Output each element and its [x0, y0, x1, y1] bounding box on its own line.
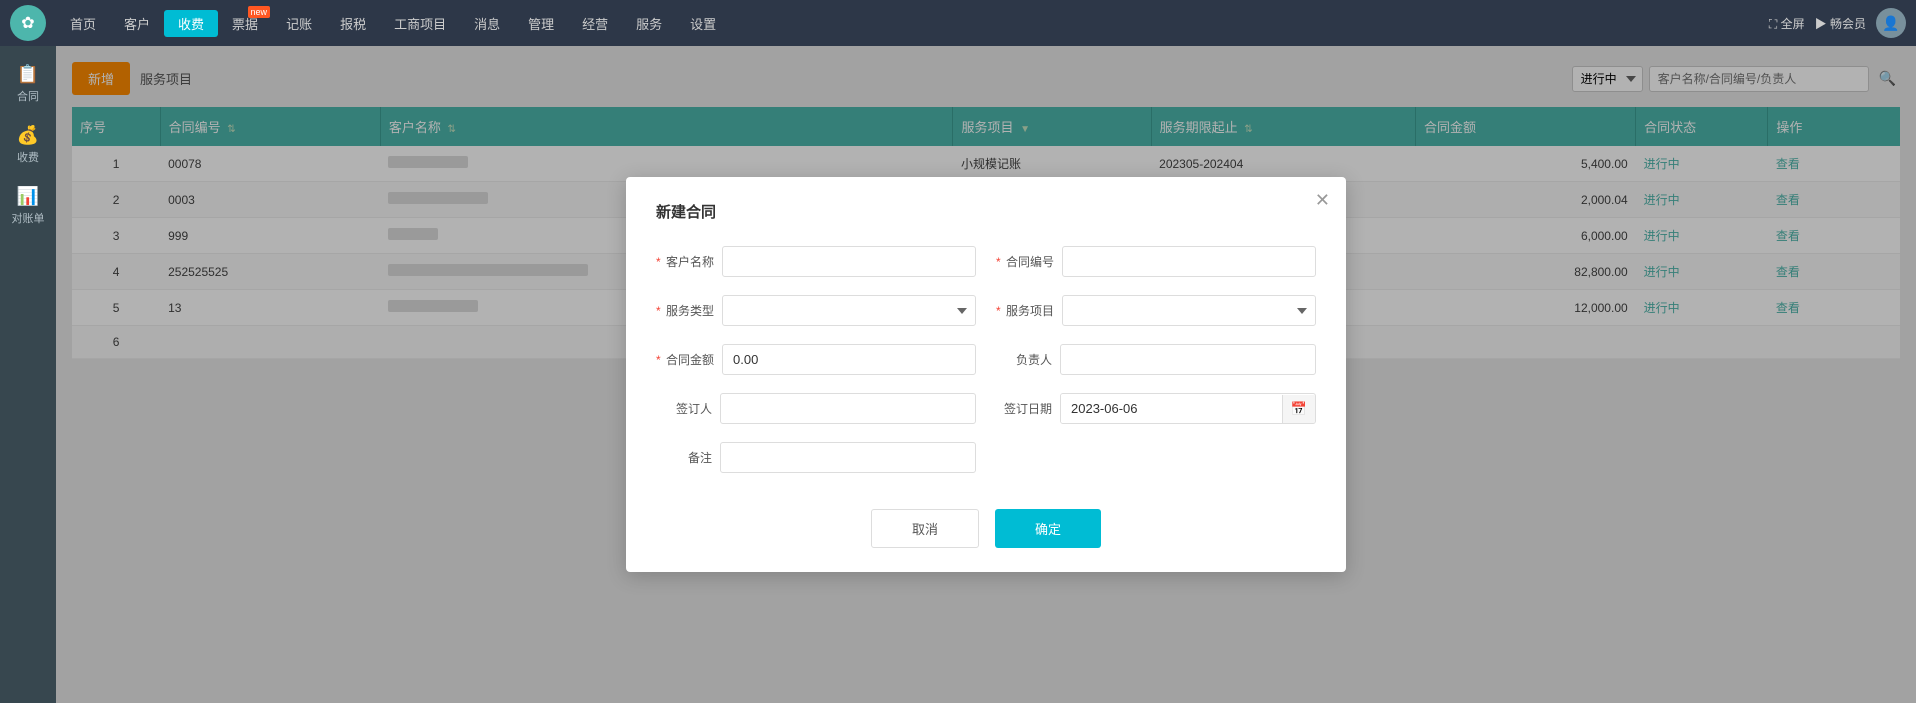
amount-label: * 合同金额: [656, 351, 714, 368]
note-label: 备注: [656, 449, 712, 466]
signer-label: 签订人: [656, 400, 712, 417]
modal-overlay: ✕ 新建合同 * 客户名称 * 合同编号: [56, 46, 1916, 703]
nav-right-area: ⛶ 全屏 ▶ 畅会员 👤: [1769, 8, 1906, 38]
top-navigation: ✿ 首页 客户 收费 票据 new 记账 报税 工商项目 消息 管理 经营 服务…: [0, 0, 1916, 46]
new-contract-modal: ✕ 新建合同 * 客户名称 * 合同编号: [626, 177, 1346, 572]
service-type-select[interactable]: [722, 295, 976, 326]
nav-settings[interactable]: 设置: [676, 10, 730, 37]
sign-date-label: 签订日期: [996, 400, 1052, 417]
statement-icon: 📊: [17, 186, 39, 207]
modal-title: 新建合同: [656, 201, 1316, 222]
nav-service[interactable]: 服务: [622, 10, 676, 37]
nav-manage[interactable]: 管理: [514, 10, 568, 37]
contract-no-input[interactable]: [1062, 246, 1316, 277]
confirm-button[interactable]: 确定: [995, 509, 1101, 548]
form-row-2: * 服务类型 * 服务项目: [656, 295, 1316, 326]
charge-icon: 💰: [17, 125, 39, 146]
form-row-4: 签订人 签订日期 📅: [656, 393, 1316, 424]
logo-icon: ✿: [10, 5, 46, 41]
nav-message[interactable]: 消息: [460, 10, 514, 37]
form-group-sign-date: 签订日期 📅: [996, 393, 1316, 424]
form-group-service-item: * 服务项目: [996, 295, 1316, 326]
member-button[interactable]: ▶ 畅会员: [1815, 15, 1866, 32]
form-group-customer: * 客户名称: [656, 246, 976, 277]
service-type-label: * 服务类型: [656, 302, 714, 319]
responsible-input[interactable]: [1060, 344, 1316, 375]
nav-menu: 首页 客户 收费 票据 new 记账 报税 工商项目 消息 管理 经营 服务 设…: [56, 10, 1769, 37]
nav-bookkeeping[interactable]: 记账: [272, 10, 326, 37]
form-row-3: * 合同金额 负责人: [656, 344, 1316, 375]
customer-name-input[interactable]: [722, 246, 976, 277]
nav-tax[interactable]: 报税: [326, 10, 380, 37]
nav-charge[interactable]: 收费: [164, 10, 218, 37]
form-group-contract-no: * 合同编号: [996, 246, 1316, 277]
nav-operation[interactable]: 经营: [568, 10, 622, 37]
nav-home[interactable]: 首页: [56, 10, 110, 37]
sign-date-input[interactable]: [1061, 394, 1282, 423]
sidebar-item-contract-label: 合同: [17, 88, 39, 104]
sidebar-item-statement[interactable]: 📊 对账单: [3, 178, 53, 234]
contract-icon: 📋: [17, 64, 39, 85]
service-item-select[interactable]: [1062, 295, 1316, 326]
content-area: 新增 服务项目 进行中 全部 已完成 已终止 🔍 序号 合同编号: [56, 46, 1916, 703]
responsible-label: 负责人: [996, 351, 1052, 368]
customer-name-label: * 客户名称: [656, 253, 714, 270]
new-badge: new: [248, 6, 271, 18]
form-group-signer: 签订人: [656, 393, 976, 424]
form-group-service-type: * 服务类型: [656, 295, 976, 326]
main-layout: 📋 合同 💰 收费 📊 对账单 新增 服务项目 进行中 全部 已完成 已终止: [0, 46, 1916, 703]
form-row-1: * 客户名称 * 合同编号: [656, 246, 1316, 277]
nav-business[interactable]: 工商项目: [380, 10, 460, 37]
nav-invoice[interactable]: 票据 new: [218, 10, 272, 37]
form-row-5: 备注: [656, 442, 1316, 473]
contract-no-label: * 合同编号: [996, 253, 1054, 270]
cancel-button[interactable]: 取消: [871, 509, 979, 548]
nav-customer[interactable]: 客户: [110, 10, 164, 37]
date-input-wrapper: 📅: [1060, 393, 1316, 424]
modal-footer: 取消 确定: [656, 493, 1316, 548]
form-group-responsible: 负责人: [996, 344, 1316, 375]
sidebar-item-charge-label: 收费: [17, 149, 39, 165]
sidebar-item-contract[interactable]: 📋 合同: [3, 56, 53, 112]
fullscreen-button[interactable]: ⛶ 全屏: [1769, 15, 1805, 32]
sidebar: 📋 合同 💰 收费 📊 对账单: [0, 46, 56, 703]
sidebar-item-statement-label: 对账单: [12, 210, 45, 226]
user-avatar[interactable]: 👤: [1876, 8, 1906, 38]
form-group-amount: * 合同金额: [656, 344, 976, 375]
form-group-note: 备注: [656, 442, 976, 473]
signer-input[interactable]: [720, 393, 976, 424]
modal-close-button[interactable]: ✕: [1315, 191, 1330, 209]
service-item-label: * 服务项目: [996, 302, 1054, 319]
form-group-note-placeholder: [996, 442, 1316, 473]
sidebar-item-charge[interactable]: 💰 收费: [3, 117, 53, 173]
amount-input[interactable]: [722, 344, 976, 375]
calendar-icon[interactable]: 📅: [1282, 395, 1315, 423]
note-input[interactable]: [720, 442, 976, 473]
